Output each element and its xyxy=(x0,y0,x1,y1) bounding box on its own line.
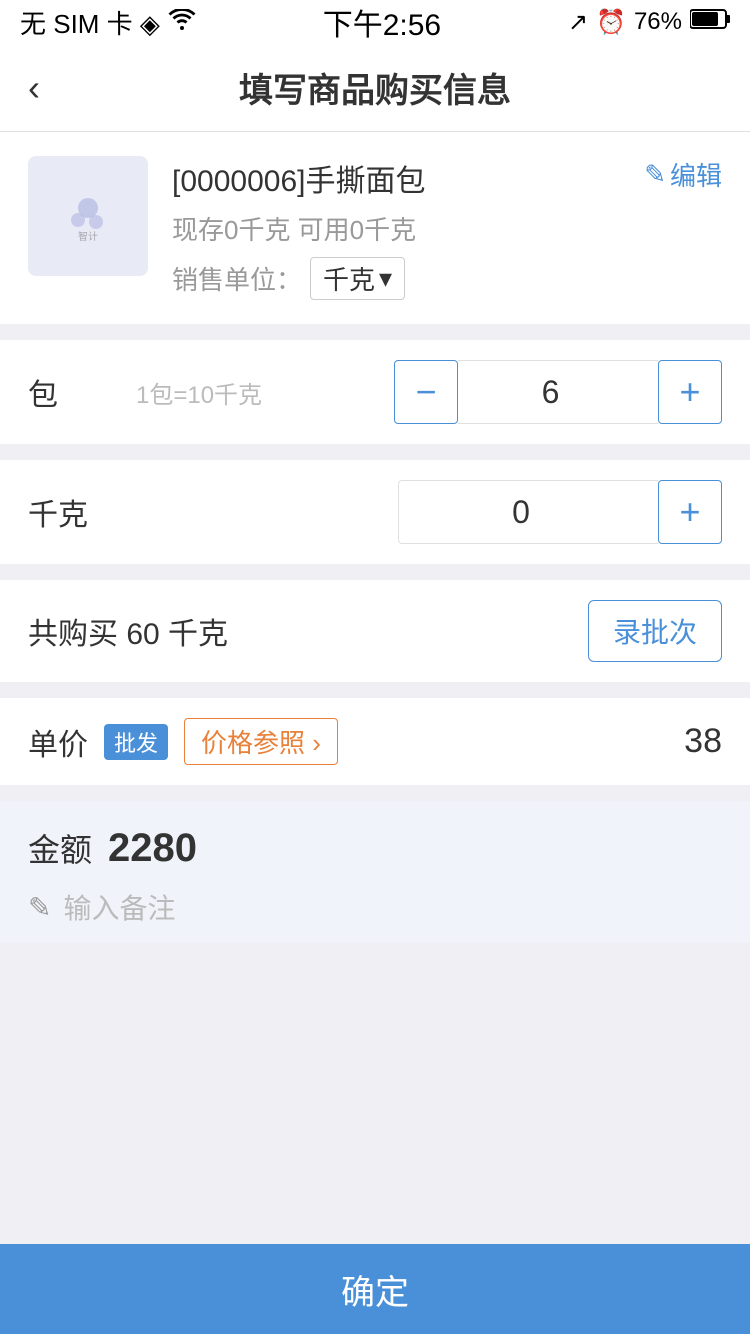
bottom-space xyxy=(0,943,750,1263)
batch-button[interactable]: 录批次 xyxy=(588,600,722,662)
qianke-quantity-input[interactable] xyxy=(398,480,658,544)
product-thumbnail: 智计 xyxy=(28,156,148,276)
bao-row: 包 1包=10千克 − + xyxy=(0,340,750,444)
bao-section: 包 1包=10千克 − + xyxy=(0,340,750,444)
sim-label: 无 SIM 卡 ◈ xyxy=(20,4,160,41)
location-icon: ↗ xyxy=(568,8,588,37)
price-ref-button[interactable]: 价格参照 › xyxy=(184,718,338,765)
status-time: 下午2:56 xyxy=(323,0,441,44)
amount-row: 金额 2280 xyxy=(28,825,722,871)
price-label: 单价 xyxy=(28,720,88,764)
product-name: [0000006]手撕面包 xyxy=(172,156,620,200)
battery-percent: 76% xyxy=(634,8,682,36)
qianke-controls: + xyxy=(398,480,722,544)
bao-plus-button[interactable]: + xyxy=(658,360,722,424)
bao-label: 包 xyxy=(28,370,128,414)
bao-minus-button[interactable]: − xyxy=(394,360,458,424)
page-title: 填写商品购买信息 xyxy=(239,63,511,112)
qianke-label: 千克 xyxy=(28,490,128,534)
remark-row[interactable]: ✎ 输入备注 xyxy=(28,887,722,927)
qianke-plus-button[interactable]: + xyxy=(658,480,722,544)
chevron-down-icon: ▾ xyxy=(379,263,392,294)
summary-text: 共购买 60 千克 xyxy=(28,609,228,653)
alarm-icon: ⏰ xyxy=(596,8,626,37)
product-card: 智计 [0000006]手撕面包 现存0千克 可用0千克 销售单位： 千克 ▾ … xyxy=(0,132,750,324)
svg-text:智计: 智计 xyxy=(78,230,98,243)
price-type-badge: 批发 xyxy=(104,724,168,760)
bao-quantity-input[interactable] xyxy=(458,360,658,424)
summary-section: 共购买 60 千克 录批次 xyxy=(0,580,750,682)
price-row: 单价 批发 价格参照 › 38 xyxy=(28,718,722,765)
qianke-row: 千克 + xyxy=(0,460,750,564)
confirm-button[interactable]: 确定 xyxy=(0,1244,750,1334)
status-left: 无 SIM 卡 ◈ xyxy=(20,4,196,41)
product-stock: 现存0千克 可用0千克 xyxy=(172,210,620,247)
status-bar: 无 SIM 卡 ◈ 下午2:56 ↗ ⏰ 76% xyxy=(0,0,750,44)
price-value: 38 xyxy=(684,722,722,761)
pencil-icon: ✎ xyxy=(28,891,51,924)
unit-select[interactable]: 千克 ▾ xyxy=(310,257,405,300)
wifi-icon xyxy=(168,7,196,38)
qianke-section: 千克 + xyxy=(0,460,750,564)
amount-label: 金额 xyxy=(28,825,92,871)
unit-label: 销售单位： xyxy=(172,260,302,297)
amount-section: 金额 2280 ✎ 输入备注 xyxy=(0,801,750,943)
edit-button[interactable]: ✎ 编辑 xyxy=(644,156,722,193)
status-right: ↗ ⏰ 76% xyxy=(568,8,730,37)
product-unit-row: 销售单位： 千克 ▾ xyxy=(172,257,620,300)
bao-controls: − + xyxy=(394,360,722,424)
amount-value: 2280 xyxy=(108,826,197,871)
nav-bar: ‹ 填写商品购买信息 xyxy=(0,44,750,132)
edit-icon: ✎ xyxy=(644,159,666,190)
bao-sublabel: 1包=10千克 xyxy=(136,375,262,410)
price-section: 单价 批发 价格参照 › 38 xyxy=(0,698,750,785)
product-info: [0000006]手撕面包 现存0千克 可用0千克 销售单位： 千克 ▾ xyxy=(172,156,620,300)
back-button[interactable]: ‹ xyxy=(28,67,40,109)
remark-placeholder: 输入备注 xyxy=(63,887,175,927)
battery-icon xyxy=(690,8,730,37)
